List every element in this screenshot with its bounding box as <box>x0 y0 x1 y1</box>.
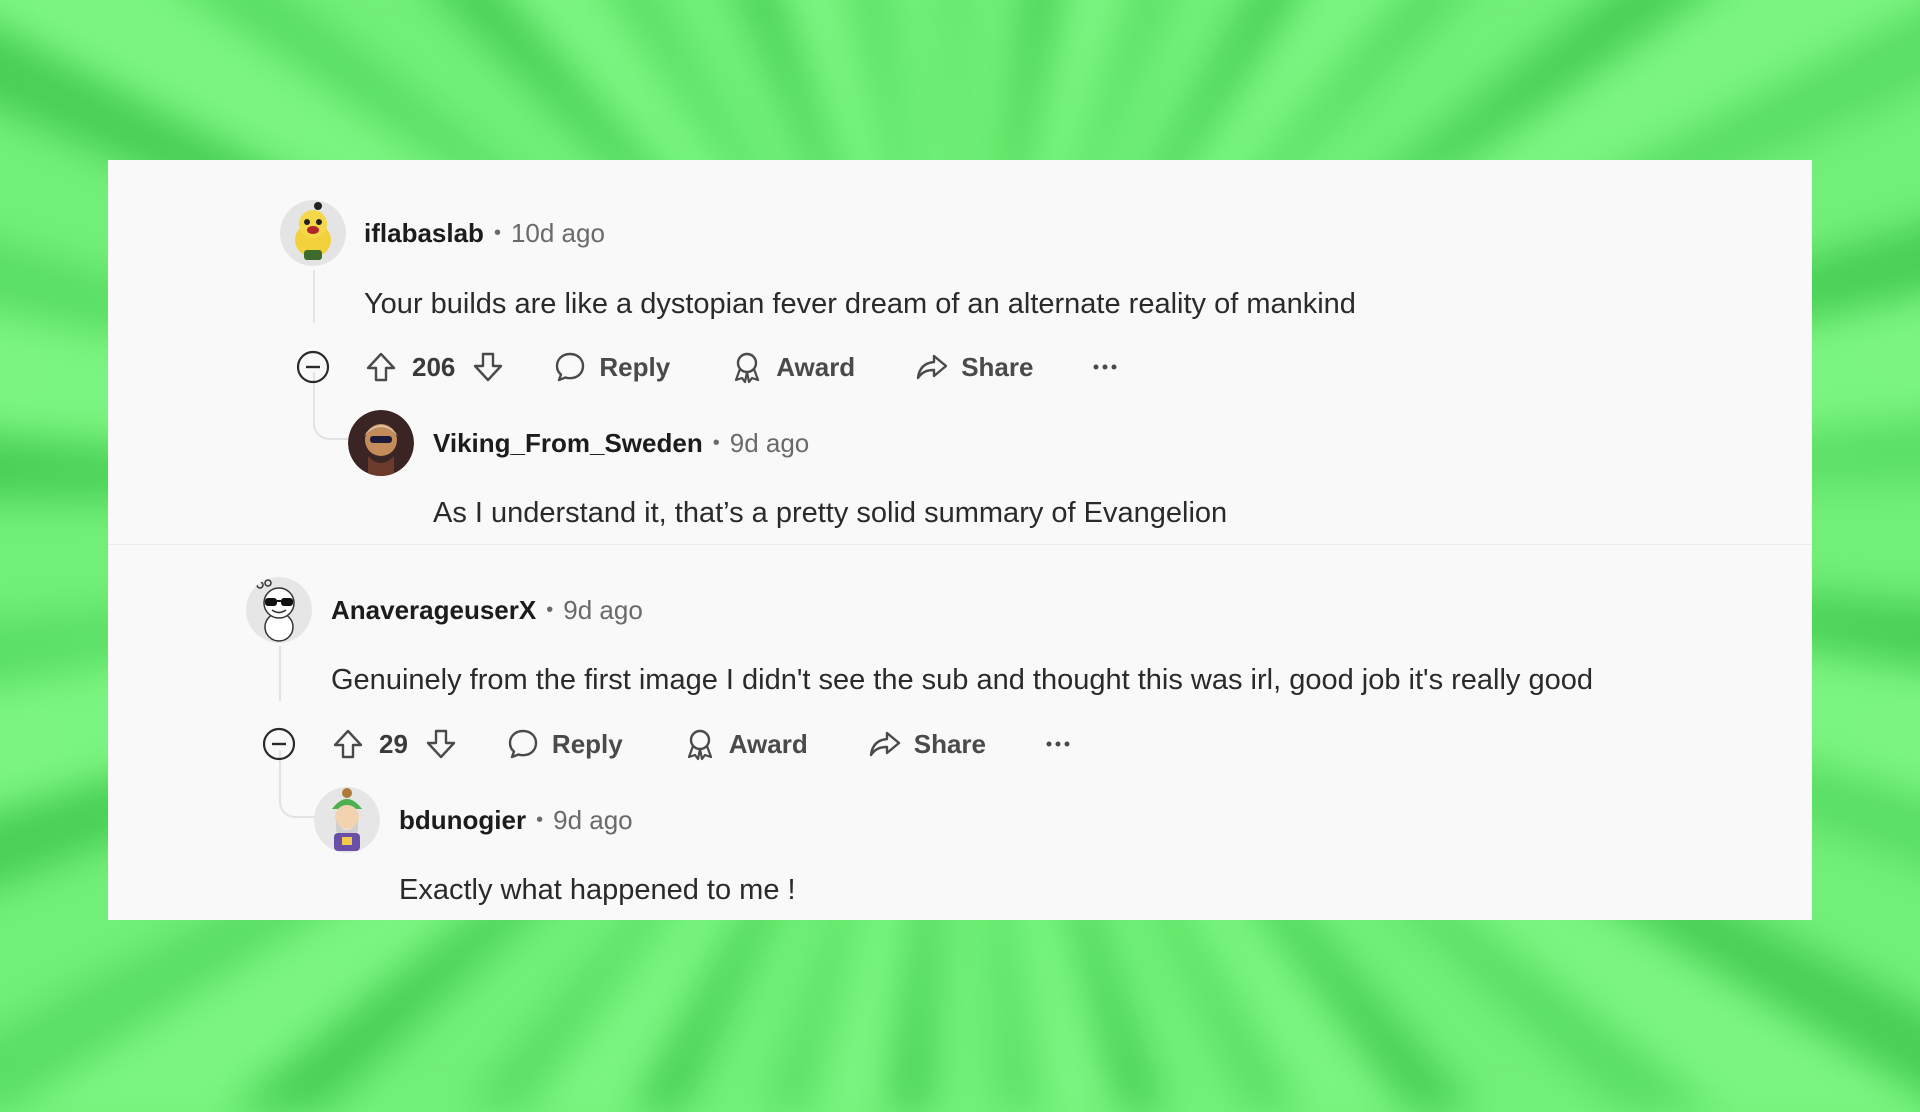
thread-line[interactable] <box>313 270 315 323</box>
upvote-icon[interactable] <box>364 350 398 384</box>
comment-meta: Viking_From_Sweden • 9d ago <box>433 423 809 463</box>
comment-body: Exactly what happened to me ! <box>399 874 796 906</box>
share-button[interactable]: Share <box>915 350 1033 384</box>
avatar-image <box>246 577 312 643</box>
share-label: Share <box>961 351 1034 382</box>
award-label: Award <box>776 351 856 382</box>
share-icon <box>868 727 902 761</box>
collapse-thread-icon[interactable] <box>296 350 330 384</box>
separator-dot: • <box>493 221 501 244</box>
reply-button[interactable]: Reply <box>553 350 670 384</box>
collapse-thread-icon[interactable] <box>262 727 296 761</box>
comment-actions: 29 Reply Award Share <box>331 724 1070 764</box>
upvote-icon[interactable] <box>331 727 365 761</box>
divider <box>108 544 1812 545</box>
separator-dot: • <box>546 598 554 621</box>
avatar[interactable] <box>348 410 414 476</box>
comment-actions: 206 Reply Award Share <box>364 347 1117 387</box>
share-button[interactable]: Share <box>868 727 986 761</box>
avatar-image <box>348 410 414 476</box>
vote-count: 29 <box>379 728 408 759</box>
vote-count: 206 <box>412 351 456 382</box>
reply-label: Reply <box>599 351 671 382</box>
more-options-icon[interactable] <box>1093 362 1117 372</box>
username[interactable]: Viking_From_Sweden <box>433 428 703 459</box>
separator-dot: • <box>536 808 544 831</box>
timestamp[interactable]: 10d ago <box>511 218 605 249</box>
award-label: Award <box>728 728 808 759</box>
avatar-image <box>280 200 346 266</box>
avatar[interactable] <box>280 200 346 266</box>
comment-body: Your builds are like a dystopian fever d… <box>364 288 1356 320</box>
speech-bubble-icon <box>506 727 540 761</box>
avatar[interactable] <box>314 787 380 853</box>
speech-bubble-icon <box>553 350 587 384</box>
username[interactable]: iflabaslab <box>364 218 484 249</box>
comment-meta: AnaverageuserX • 9d ago <box>331 590 643 630</box>
avatar-image <box>314 787 380 853</box>
reply-connector <box>313 418 349 440</box>
username[interactable]: AnaverageuserX <box>331 595 536 626</box>
separator-dot: • <box>712 431 720 454</box>
award-button[interactable]: Award <box>730 350 855 384</box>
username[interactable]: bdunogier <box>399 805 526 836</box>
timestamp[interactable]: 9d ago <box>730 428 810 459</box>
reply-label: Reply <box>551 728 623 759</box>
comment-body: Genuinely from the first image I didn't … <box>331 664 1593 696</box>
timestamp[interactable]: 9d ago <box>563 595 643 626</box>
downvote-icon[interactable] <box>471 350 505 384</box>
award-icon <box>730 350 764 384</box>
comment-meta: iflabaslab • 10d ago <box>364 213 605 253</box>
comment-meta: bdunogier • 9d ago <box>399 800 633 840</box>
timestamp[interactable]: 9d ago <box>553 805 633 836</box>
award-icon <box>683 727 717 761</box>
award-button[interactable]: Award <box>683 727 808 761</box>
more-options-icon[interactable] <box>1046 739 1070 749</box>
downvote-icon[interactable] <box>424 727 458 761</box>
comments-card: iflabaslab • 10d ago Your builds are lik… <box>108 160 1812 920</box>
avatar[interactable] <box>246 577 312 643</box>
share-icon <box>915 350 949 384</box>
reply-connector <box>279 796 315 818</box>
share-label: Share <box>913 728 986 759</box>
reply-button[interactable]: Reply <box>506 727 623 761</box>
comment-body: As I understand it, that’s a pretty soli… <box>433 497 1228 529</box>
thread-line[interactable] <box>279 646 281 701</box>
